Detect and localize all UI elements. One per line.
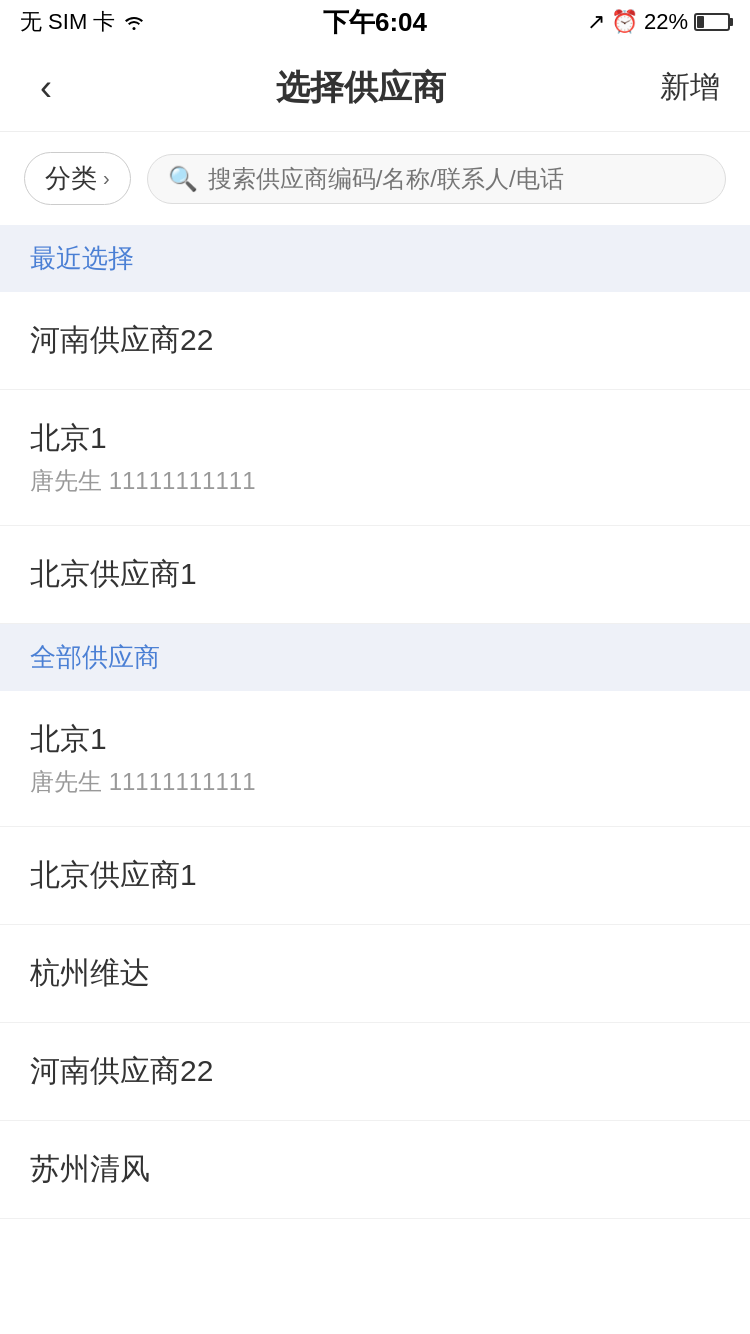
list-item[interactable]: 北京1 唐先生 11111111111 <box>0 691 750 827</box>
item-name: 北京1 <box>30 719 720 760</box>
wifi-icon <box>123 14 145 30</box>
search-box[interactable]: 🔍 <box>147 154 726 204</box>
category-label: 分类 <box>45 161 97 196</box>
list-item[interactable]: 苏州清风 <box>0 1121 750 1219</box>
list-item[interactable]: 杭州维达 <box>0 925 750 1023</box>
nav-bar: ‹ 选择供应商 新增 <box>0 44 750 132</box>
section-header-recent: 最近选择 <box>0 225 750 292</box>
section-header-all: 全部供应商 <box>0 624 750 691</box>
content-area: 最近选择河南供应商22 北京1 唐先生 11111111111 北京供应商1 全部供应商… <box>0 225 750 1219</box>
status-time: 下午6:04 <box>323 5 427 40</box>
list-item[interactable]: 北京供应商1 <box>0 526 750 624</box>
add-button[interactable]: 新增 <box>660 67 720 108</box>
battery-icon <box>694 13 730 31</box>
item-name: 北京供应商1 <box>30 554 720 595</box>
search-input[interactable] <box>208 165 705 193</box>
status-right: ↗ ⏰ 22% <box>587 9 730 35</box>
page-title: 选择供应商 <box>276 65 446 111</box>
status-left: 无 SIM 卡 <box>20 7 145 37</box>
list-item[interactable]: 北京1 唐先生 11111111111 <box>0 390 750 526</box>
location-icon: ↗ <box>587 9 605 35</box>
item-sub: 唐先生 11111111111 <box>30 766 720 798</box>
category-filter[interactable]: 分类 › <box>24 152 131 205</box>
filter-bar: 分类 › 🔍 <box>0 132 750 225</box>
list-item[interactable]: 河南供应商22 <box>0 1023 750 1121</box>
list-item[interactable]: 河南供应商22 <box>0 292 750 390</box>
sim-label: 无 SIM 卡 <box>20 7 115 37</box>
item-name: 河南供应商22 <box>30 320 720 361</box>
item-name: 北京供应商1 <box>30 855 720 896</box>
battery-percent: 22% <box>644 9 688 35</box>
back-button[interactable]: ‹ <box>30 57 62 119</box>
item-name: 杭州维达 <box>30 953 720 994</box>
alarm-icon: ⏰ <box>611 9 638 35</box>
chevron-right-icon: › <box>103 167 110 190</box>
item-name: 河南供应商22 <box>30 1051 720 1092</box>
item-sub: 唐先生 11111111111 <box>30 465 720 497</box>
list-item[interactable]: 北京供应商1 <box>0 827 750 925</box>
item-name: 北京1 <box>30 418 720 459</box>
search-icon: 🔍 <box>168 165 198 193</box>
item-name: 苏州清风 <box>30 1149 720 1190</box>
status-bar: 无 SIM 卡 下午6:04 ↗ ⏰ 22% <box>0 0 750 44</box>
